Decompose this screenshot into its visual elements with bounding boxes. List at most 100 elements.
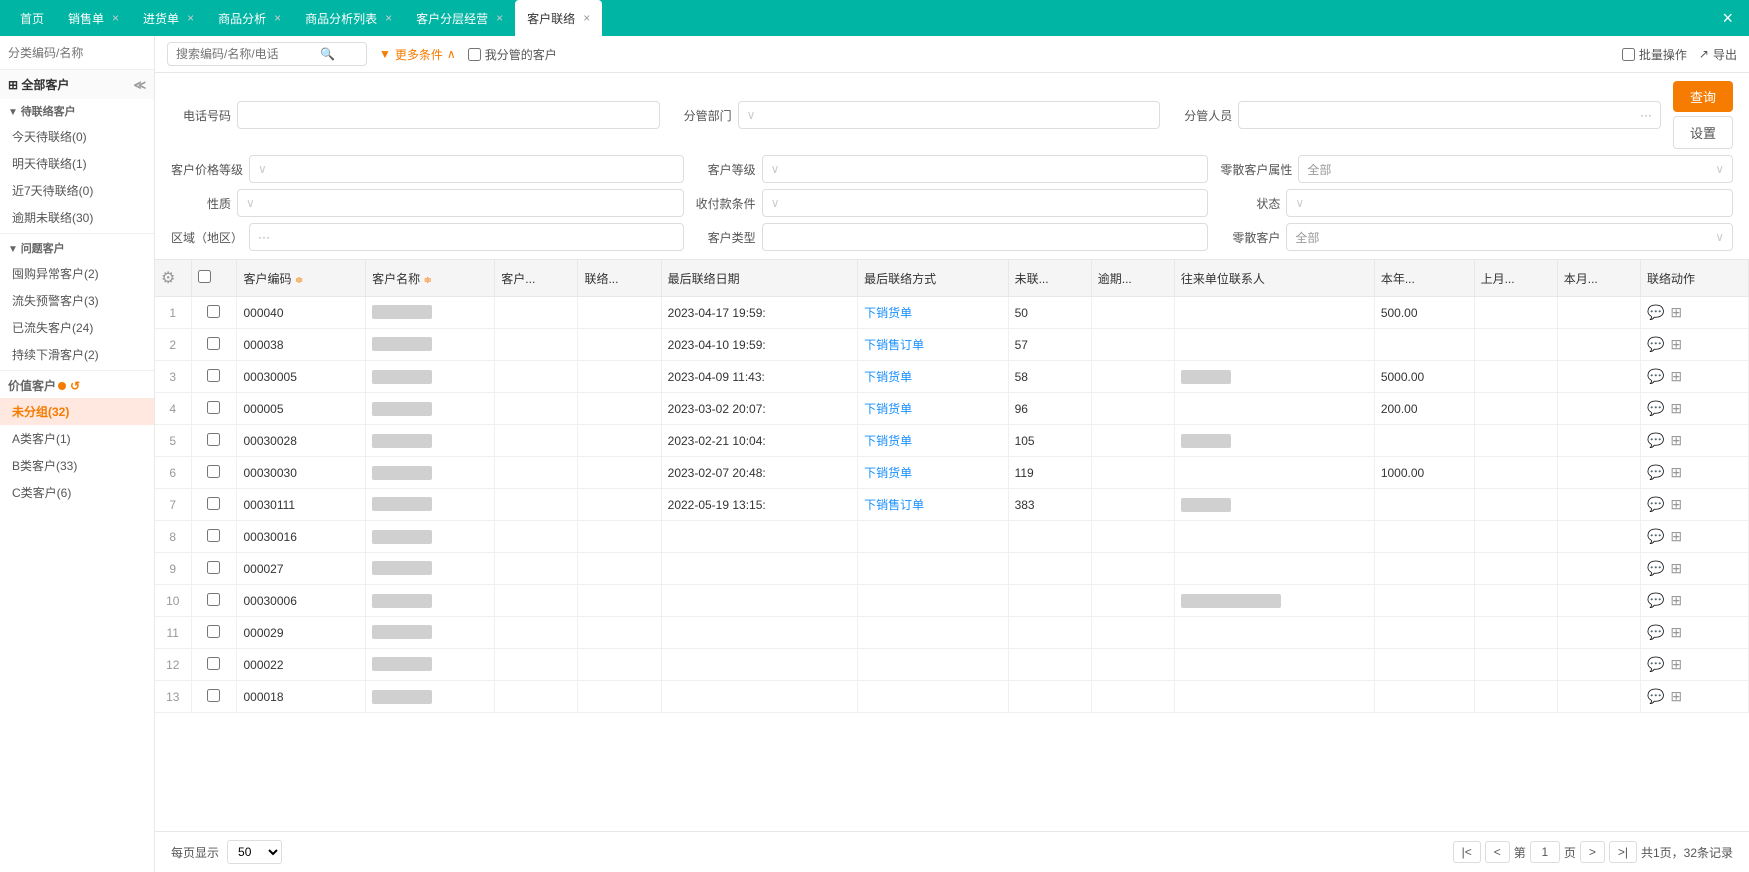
row-checkbox-cell[interactable]	[191, 585, 237, 617]
main-search-input[interactable]	[176, 47, 316, 61]
manager-input[interactable]: ···	[1238, 101, 1661, 129]
region-input[interactable]: ···	[249, 223, 684, 251]
grid-icon[interactable]: ⊞	[1670, 464, 1682, 481]
row-checkbox-cell[interactable]	[191, 681, 237, 713]
row-checkbox-cell[interactable]	[191, 617, 237, 649]
row-checkbox[interactable]	[207, 657, 220, 670]
th-last-month[interactable]: 上月...	[1474, 260, 1557, 297]
method-link[interactable]: 下销货单	[864, 466, 912, 480]
status-input[interactable]: ∨	[1286, 189, 1733, 217]
row-checkbox[interactable]	[207, 433, 220, 446]
last-page-button[interactable]: >|	[1609, 841, 1637, 863]
row-checkbox[interactable]	[207, 625, 220, 638]
th-customer-type[interactable]: 客户...	[495, 260, 578, 297]
th-this-month[interactable]: 本月...	[1557, 260, 1640, 297]
grid-icon[interactable]: ⊞	[1670, 688, 1682, 705]
retail-attr-input[interactable]: 全部 ∨	[1298, 155, 1733, 183]
select-all-checkbox[interactable]	[198, 270, 211, 283]
th-gear[interactable]: ⚙	[155, 260, 191, 297]
sidebar-item-class-b[interactable]: B类客户(33)	[0, 452, 154, 479]
gender-input[interactable]: ∨	[237, 189, 684, 217]
message-icon[interactable]: 💬	[1647, 400, 1664, 417]
main-search-icon[interactable]: 🔍	[320, 47, 335, 61]
grid-icon[interactable]: ⊞	[1670, 560, 1682, 577]
row-checkbox[interactable]	[207, 593, 220, 606]
sidebar-search-box[interactable]: 🔍	[0, 36, 154, 70]
sidebar-item-class-a[interactable]: A类客户(1)	[0, 425, 154, 452]
row-checkbox[interactable]	[207, 497, 220, 510]
th-code[interactable]: 客户编码 ≑	[237, 260, 366, 297]
reset-button[interactable]: 设置	[1673, 116, 1733, 149]
grid-icon[interactable]: ⊞	[1670, 304, 1682, 321]
row-checkbox-cell[interactable]	[191, 457, 237, 489]
method-link[interactable]: 下销售订单	[864, 498, 924, 512]
row-checkbox-cell[interactable]	[191, 521, 237, 553]
grid-icon[interactable]: ⊞	[1670, 656, 1682, 673]
customer-level-input[interactable]: ∨	[762, 155, 1209, 183]
row-checkbox[interactable]	[207, 465, 220, 478]
grid-icon[interactable]: ⊞	[1670, 528, 1682, 545]
method-link[interactable]: 下销货单	[864, 306, 912, 320]
dept-input[interactable]: ∨	[738, 101, 1161, 129]
sort-code-icon[interactable]: ≑	[295, 275, 303, 286]
close-sales-icon[interactable]: ×	[112, 11, 119, 25]
message-icon[interactable]: 💬	[1647, 528, 1664, 545]
close-purchase-icon[interactable]: ×	[187, 11, 194, 25]
close-product-analysis-list-icon[interactable]: ×	[385, 11, 392, 25]
method-link[interactable]: 下销货单	[864, 434, 912, 448]
sidebar-item-overdue-pending[interactable]: 逾期未联络(30)	[0, 204, 154, 231]
message-icon[interactable]: 💬	[1647, 656, 1664, 673]
sidebar-item-ungroup[interactable]: 未分组(32)	[0, 398, 154, 425]
row-checkbox-cell[interactable]	[191, 489, 237, 521]
my-customers-check[interactable]	[468, 48, 481, 61]
region-more-icon[interactable]: ···	[258, 230, 270, 244]
message-icon[interactable]: 💬	[1647, 464, 1664, 481]
sidebar-item-hoard-abnormal[interactable]: 囤购异常客户(2)	[0, 260, 154, 287]
price-level-input[interactable]: ∨	[249, 155, 684, 183]
more-conditions-button[interactable]: ▼ 更多条件 ∧	[379, 46, 456, 63]
nav-tab-sales[interactable]: 销售单 ×	[56, 0, 131, 36]
customer-type-input[interactable]	[762, 223, 1209, 251]
th-unlinked[interactable]: 未联...	[1008, 260, 1091, 297]
grid-icon[interactable]: ⊞	[1670, 432, 1682, 449]
row-checkbox[interactable]	[207, 337, 220, 350]
grid-icon[interactable]: ⊞	[1670, 368, 1682, 385]
my-customers-checkbox[interactable]: 我分管的客户	[468, 46, 557, 63]
row-checkbox-cell[interactable]	[191, 361, 237, 393]
query-button[interactable]: 查询	[1673, 81, 1733, 112]
all-customers-header[interactable]: ⊞ 全部客户 ≪	[0, 70, 154, 99]
collapse-icon[interactable]: ≪	[133, 78, 146, 92]
th-checkbox[interactable]	[191, 260, 237, 297]
method-link[interactable]: 下销货单	[864, 370, 912, 384]
close-all-tabs-button[interactable]: ×	[1714, 8, 1741, 29]
sidebar-search-input[interactable]	[8, 46, 155, 60]
method-link[interactable]: 下销货单	[864, 402, 912, 416]
grid-icon[interactable]: ⊞	[1670, 624, 1682, 641]
message-icon[interactable]: 💬	[1647, 304, 1664, 321]
method-link[interactable]: 下销售订单	[864, 338, 924, 352]
message-icon[interactable]: 💬	[1647, 336, 1664, 353]
message-icon[interactable]: 💬	[1647, 592, 1664, 609]
row-checkbox[interactable]	[207, 561, 220, 574]
nav-tab-purchase[interactable]: 进货单 ×	[131, 0, 206, 36]
nav-tab-customer-contact[interactable]: 客户联络 ×	[515, 0, 602, 36]
th-contacts[interactable]: 往来单位联系人	[1174, 260, 1374, 297]
row-checkbox[interactable]	[207, 529, 220, 542]
message-icon[interactable]: 💬	[1647, 688, 1664, 705]
row-checkbox-cell[interactable]	[191, 329, 237, 361]
batch-ops-check[interactable]	[1622, 48, 1635, 61]
per-page-select[interactable]: 50 100 200	[227, 840, 282, 864]
th-overdue[interactable]: 逾期...	[1091, 260, 1174, 297]
message-icon[interactable]: 💬	[1647, 624, 1664, 641]
retail-customer-input[interactable]: 全部 ∨	[1286, 223, 1733, 251]
message-icon[interactable]: 💬	[1647, 368, 1664, 385]
row-checkbox-cell[interactable]	[191, 649, 237, 681]
manager-more-icon[interactable]: ···	[1640, 108, 1652, 122]
message-icon[interactable]: 💬	[1647, 432, 1664, 449]
sidebar-item-tomorrow-pending[interactable]: 明天待联络(1)	[0, 150, 154, 177]
export-button[interactable]: ↗ 导出	[1699, 46, 1737, 63]
close-customer-contact-icon[interactable]: ×	[583, 11, 590, 25]
grid-icon[interactable]: ⊞	[1670, 496, 1682, 513]
th-name[interactable]: 客户名称 ≑	[366, 260, 495, 297]
main-search-box[interactable]: 🔍	[167, 42, 367, 66]
